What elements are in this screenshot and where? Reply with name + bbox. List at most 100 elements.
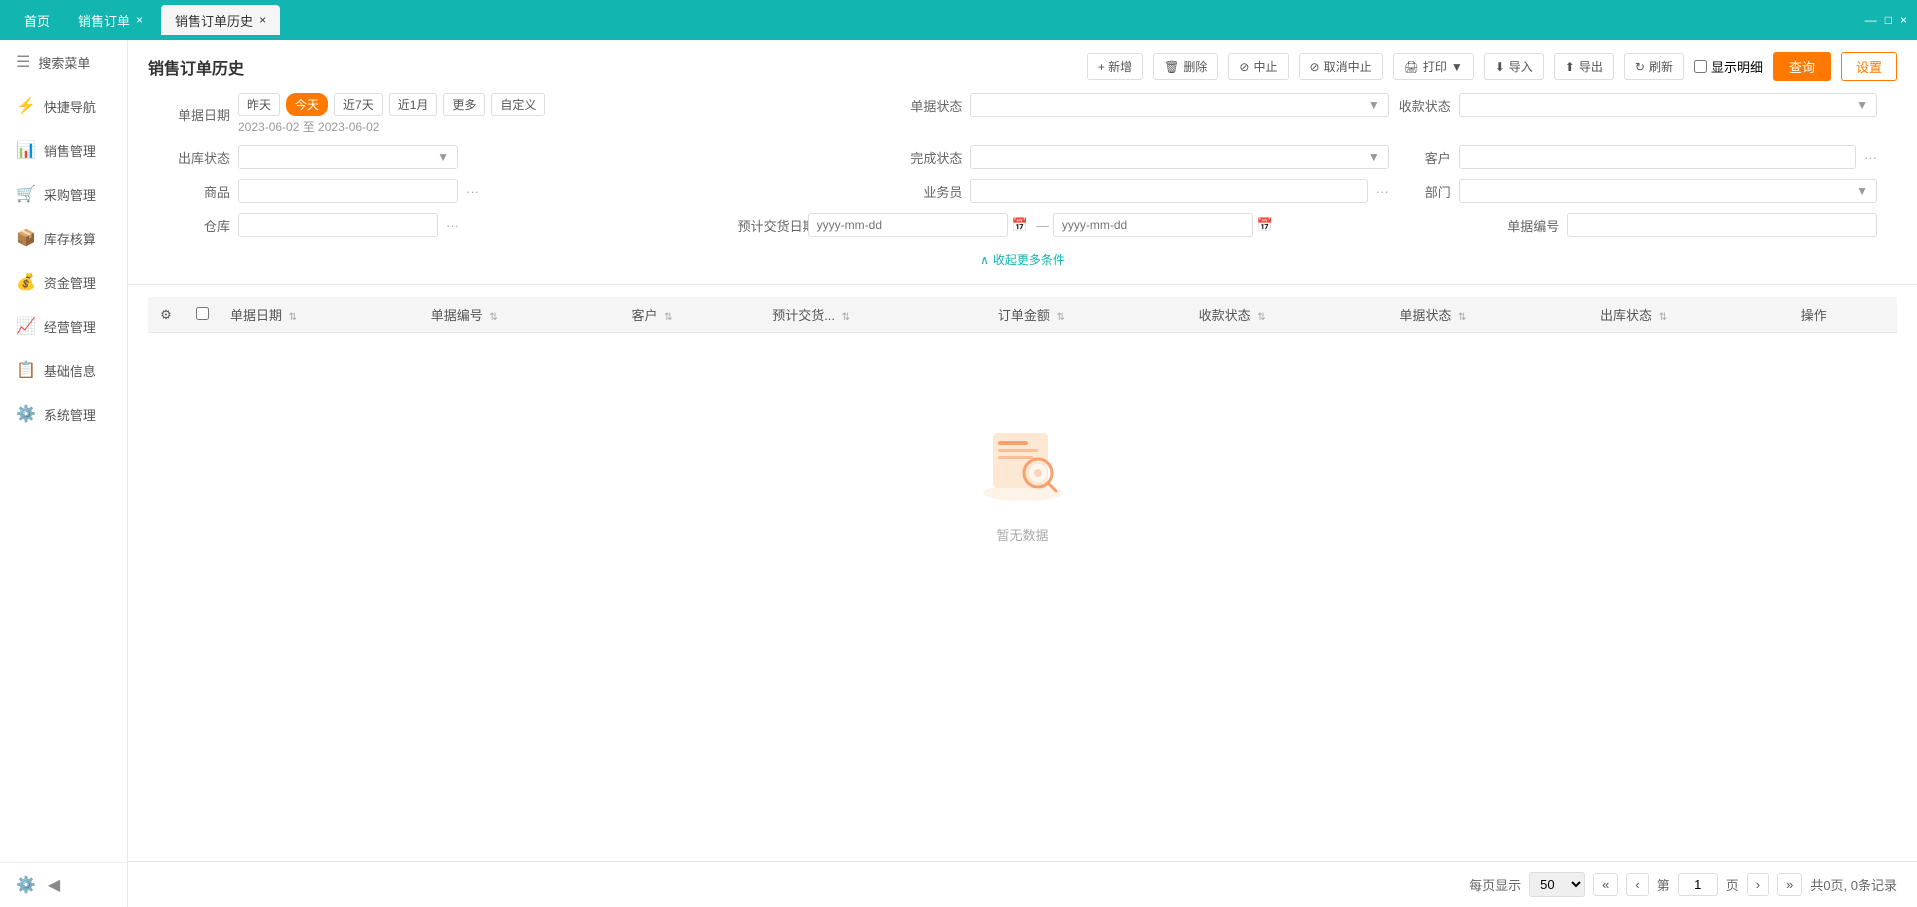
date-buttons-group: 昨天 今天 近7天 近1月 更多 自定义 xyxy=(238,93,545,116)
refresh-button[interactable]: ↻ 刷新 xyxy=(1624,53,1684,80)
print-button[interactable]: 🖨 打印 ▼ xyxy=(1393,53,1474,80)
export-icon: ⬆ xyxy=(1565,60,1575,74)
show-detail-checkbox[interactable] xyxy=(1694,60,1707,73)
first-page-button[interactable]: « xyxy=(1593,873,1618,896)
tab-sales-order[interactable]: 销售订单 × xyxy=(64,5,157,35)
sales-order-history-tab-close[interactable]: × xyxy=(259,13,266,27)
th-settings[interactable]: ⚙ xyxy=(148,297,184,333)
export-label: 导出 xyxy=(1579,58,1603,75)
th-operations-label: 操作 xyxy=(1801,308,1827,323)
minimize-button[interactable]: — xyxy=(1865,13,1877,27)
order-status-sort-icon[interactable]: ⇅ xyxy=(1458,312,1466,323)
close-button[interactable]: × xyxy=(1900,13,1907,27)
sidebar-item-quick-nav[interactable]: ⚡ 快捷导航 xyxy=(0,84,127,128)
customer-label: 客户 xyxy=(1389,148,1459,167)
table-header-row: ⚙ 单据日期 ⇅ 单据编号 ⇅ xyxy=(148,297,1897,333)
sidebar-item-sys-mgmt[interactable]: ⚙️ 系统管理 xyxy=(0,392,127,436)
page-number-input[interactable] xyxy=(1678,873,1718,896)
sales-order-history-tab-label: 销售订单历史 xyxy=(175,11,253,30)
customer-sort-icon[interactable]: ⇅ xyxy=(664,312,672,323)
amount-sort-icon[interactable]: ⇅ xyxy=(1057,312,1065,323)
ops-icon: 📈 xyxy=(16,316,36,336)
customer-input[interactable] xyxy=(1459,145,1856,169)
sidebar-item-purchase-mgmt[interactable]: 🛒 采购管理 xyxy=(0,172,127,216)
salesperson-input[interactable] xyxy=(970,179,1367,203)
delivery-date-sort-icon[interactable]: ⇅ xyxy=(842,312,850,323)
delete-label: 删除 xyxy=(1183,58,1207,75)
last1month-btn[interactable]: 近1月 xyxy=(389,93,438,116)
select-all-checkbox[interactable] xyxy=(196,307,209,320)
payment-status-select[interactable]: ▼ xyxy=(1459,93,1877,117)
th-customer-label: 客户 xyxy=(631,308,657,323)
settings-button[interactable]: 设置 xyxy=(1841,52,1897,81)
export-button[interactable]: ⬆ 导出 xyxy=(1554,53,1614,80)
sales-order-tab-close[interactable]: × xyxy=(136,13,143,27)
next-page-button[interactable]: › xyxy=(1747,873,1769,896)
salesperson-picker-icon[interactable]: ··· xyxy=(1376,184,1389,199)
department-select[interactable]: ▼ xyxy=(1459,179,1877,203)
base-info-icon: 📋 xyxy=(16,360,36,380)
page-header: 销售订单历史 + 新增 🗑 删除 ⊘ 中止 ⊘ 取消中止 xyxy=(128,40,1917,285)
import-icon: ⬇ xyxy=(1495,60,1505,74)
warehouse-picker-icon[interactable]: ··· xyxy=(446,218,459,233)
warehouse-input[interactable] xyxy=(238,213,438,237)
customer-picker-icon[interactable]: ··· xyxy=(1864,150,1877,165)
cancel-stop-button[interactable]: ⊘ 取消中止 xyxy=(1299,53,1383,80)
number-sort-icon[interactable]: ⇅ xyxy=(489,312,497,323)
new-button[interactable]: + 新增 xyxy=(1087,53,1143,80)
th-checkbox[interactable] xyxy=(184,297,220,333)
custom-btn[interactable]: 自定义 xyxy=(491,93,545,116)
toolbar: + 新增 🗑 删除 ⊘ 中止 ⊘ 取消中止 🖨 打 xyxy=(1087,52,1897,81)
today-btn[interactable]: 今天 xyxy=(286,93,328,116)
maximize-button[interactable]: □ xyxy=(1885,13,1892,27)
prev-page-button[interactable]: ‹ xyxy=(1626,873,1648,896)
sidebar-item-fund-mgmt[interactable]: 💰 资金管理 xyxy=(0,260,127,304)
sidebar-item-label: 经营管理 xyxy=(44,317,96,336)
sidebar-item-ops-mgmt[interactable]: 📈 经营管理 xyxy=(0,304,127,348)
last7days-btn[interactable]: 近7天 xyxy=(334,93,383,116)
refresh-icon: ↻ xyxy=(1635,60,1645,74)
show-detail-toggle[interactable]: 显示明细 xyxy=(1694,57,1763,76)
delete-button[interactable]: 🗑 删除 xyxy=(1153,53,1218,80)
sidebar-item-label: 采购管理 xyxy=(44,185,96,204)
sidebar-item-base-info[interactable]: 📋 基础信息 xyxy=(0,348,127,392)
completion-status-select[interactable]: ▼ xyxy=(970,145,1388,169)
yesterday-btn[interactable]: 昨天 xyxy=(238,93,280,116)
delivery-date-end-input[interactable] xyxy=(1053,213,1253,237)
tab-home[interactable]: 首页 xyxy=(10,5,64,35)
tab-sales-order-history[interactable]: 销售订单历史 × xyxy=(161,5,280,35)
filter-col-date: 单据日期 昨天 今天 近7天 近1月 更多 自定义 2023-06-02 至 2… xyxy=(168,93,900,135)
delivery-status-sort-icon[interactable]: ⇅ xyxy=(1659,312,1667,323)
delivery-status-label: 出库状态 xyxy=(168,148,238,167)
delivery-date-start-input[interactable] xyxy=(808,213,1008,237)
settings-bottom-icon[interactable]: ⚙️ xyxy=(16,875,36,895)
product-picker-icon[interactable]: ··· xyxy=(466,184,479,199)
delivery-status-select[interactable]: ▼ xyxy=(238,145,458,169)
table-settings-icon[interactable]: ⚙ xyxy=(160,307,172,322)
sidebar-item-inventory-check[interactable]: 📦 库存核算 xyxy=(0,216,127,260)
last-page-button[interactable]: » xyxy=(1777,873,1802,896)
collapse-button[interactable]: ∧ 收起更多条件 xyxy=(168,247,1877,272)
more-btn[interactable]: 更多 xyxy=(443,93,485,116)
sales-mgmt-icon: 📊 xyxy=(16,140,36,160)
payment-sort-icon[interactable]: ⇅ xyxy=(1257,312,1265,323)
filter-row-3: 商品 ··· 业务员 ··· 部门 ▼ xyxy=(168,179,1877,203)
collapse-sidebar-icon[interactable]: ◀ xyxy=(48,875,60,895)
date-sort-icon[interactable]: ⇅ xyxy=(289,312,297,323)
order-number-input[interactable] xyxy=(1567,213,1877,237)
product-input[interactable] xyxy=(238,179,458,203)
sidebar-item-sales-mgmt[interactable]: 📊 销售管理 xyxy=(0,128,127,172)
query-button[interactable]: 查询 xyxy=(1773,52,1831,81)
stop-button[interactable]: ⊘ 中止 xyxy=(1228,53,1288,80)
sidebar-item-label: 搜索菜单 xyxy=(38,53,90,72)
page-size-select[interactable]: 10 20 50 100 xyxy=(1529,872,1585,897)
th-delivery-status: 出库状态 ⇅ xyxy=(1590,297,1791,333)
sidebar-item-search-menu[interactable]: ☰ 搜索菜单 xyxy=(0,40,127,84)
import-button[interactable]: ⬇ 导入 xyxy=(1484,53,1544,80)
empty-text: 暂无数据 xyxy=(996,525,1048,544)
completion-status-arrow-icon: ▼ xyxy=(1368,150,1380,164)
calendar-start-icon[interactable]: 📅 xyxy=(1012,217,1028,233)
calendar-end-icon[interactable]: 📅 xyxy=(1257,217,1273,233)
order-status-select[interactable]: ▼ xyxy=(970,93,1388,117)
filter-row-4: 仓库 ··· 预计交货日期 📅 — 📅 单据编号 xyxy=(168,213,1877,237)
